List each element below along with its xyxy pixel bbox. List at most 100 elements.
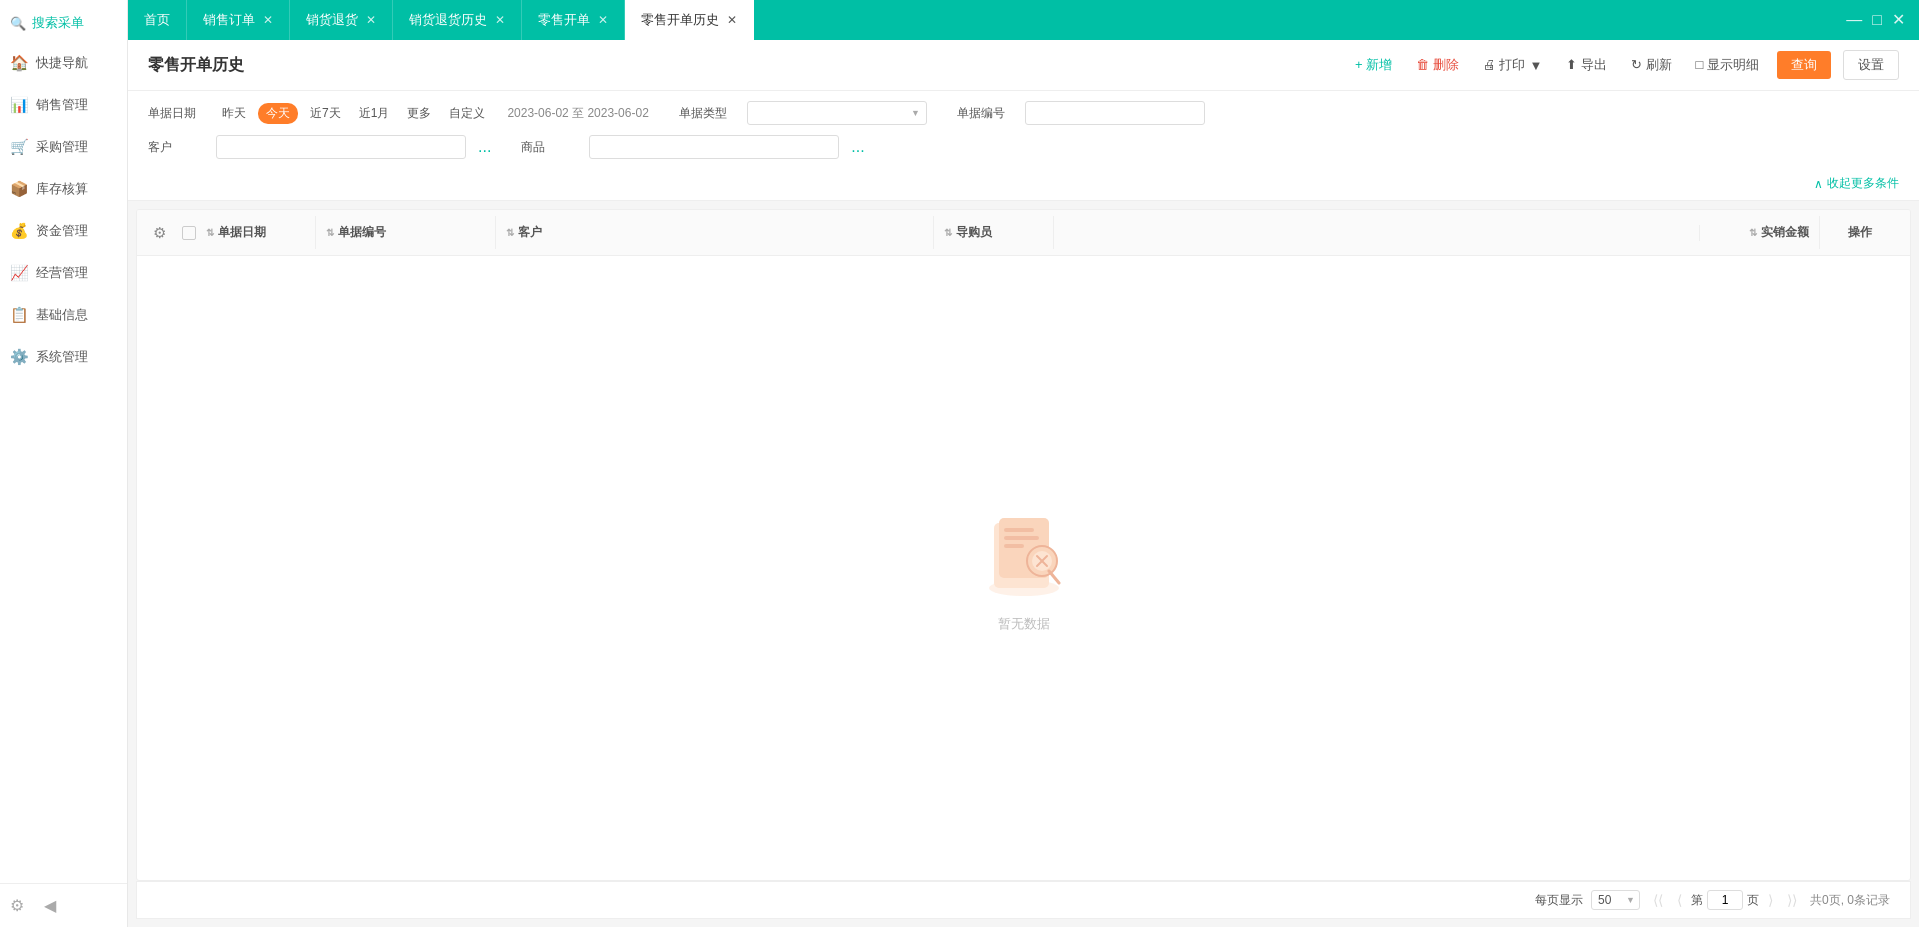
sidebar-item-icon-biz-mgmt: 📈 [10,264,28,282]
page-size-label: 每页显示 [1535,892,1583,909]
settings-footer-btn[interactable]: ⚙ [10,896,24,915]
sidebar-item-label-stock-check: 库存核算 [36,180,88,198]
page-nav: ⟨⟨ ⟨ 第 页 ⟩ ⟩⟩ [1648,890,1802,910]
search-icon: 🔍 [10,16,26,31]
date-btn-custom[interactable]: 自定义 [443,103,491,124]
filter-customer-field: 客户 ... [148,135,491,159]
page-header: 零售开单历史 + 新增 🗑 删除 🖨 打印 ▼ ⬆ 导出 ↻ 刷新 □ 显示明细… [128,40,1919,91]
refresh-button[interactable]: ↻ 刷新 [1625,52,1678,78]
display-detail-button[interactable]: □ 显示明细 [1690,52,1765,78]
page-suffix: 页 [1747,892,1759,909]
filter-goods-pick-btn[interactable]: ... [851,138,864,156]
date-btn-7days[interactable]: 近7天 [304,103,347,124]
sidebar-item-finance-mgmt[interactable]: 💰 资金管理 [0,210,127,252]
svg-rect-4 [1004,536,1039,540]
th-num: ⇅ 单据编号 [316,216,496,249]
sidebar-item-biz-mgmt[interactable]: 📈 经营管理 [0,252,127,294]
sidebar-item-quick-nav[interactable]: 🏠 快捷导航 [0,42,127,84]
date-btn-yesterday[interactable]: 昨天 [216,103,252,124]
tab-close-retail-open[interactable]: ✕ [598,14,608,26]
tab-label-retail-open-history: 零售开单历史 [641,11,719,29]
page-last-btn[interactable]: ⟩⟩ [1782,890,1802,910]
sidebar-item-label-sys-mgmt: 系统管理 [36,348,88,366]
collapse-label: 收起更多条件 [1827,175,1899,192]
empty-illustration [974,503,1074,603]
filter-customer-label: 客户 [148,139,208,156]
select-all-checkbox[interactable] [182,226,196,240]
tab-bar: 首页销售订单✕销货退货✕销货退货历史✕零售开单✕零售开单历史✕ — □ ✕ [128,0,1919,40]
page-prev-btn[interactable]: ⟨ [1672,890,1687,910]
filter-doctype-field: 单据类型 [679,101,927,125]
table-area: ⚙ ⇅ 单据日期 ⇅ 单据编号 ⇅ 客户 [136,209,1911,881]
page-content: 零售开单历史 + 新增 🗑 删除 🖨 打印 ▼ ⬆ 导出 ↻ 刷新 □ 显示明细… [128,40,1919,927]
page-first-btn[interactable]: ⟨⟨ [1648,890,1668,910]
collapse-sidebar-btn[interactable]: ◀ [44,896,56,915]
page-size-select[interactable]: 50 10 20 100 [1591,890,1640,910]
sidebar-item-stock-check[interactable]: 📦 库存核算 [0,168,127,210]
sidebar-item-sales-mgmt[interactable]: 📊 销售管理 [0,84,127,126]
tab-label-home: 首页 [144,11,170,29]
sort-amount-icon[interactable]: ⇅ [1749,227,1757,238]
pagination: 每页显示 50 10 20 100 ⟨⟨ ⟨ 第 页 ⟩ ⟩⟩ 共0页, 0条记… [136,881,1911,919]
svg-rect-5 [1004,544,1024,548]
sidebar-footer: ⚙ ◀ [0,883,127,927]
print-icon: 🖨 打印 [1483,56,1526,74]
tab-retail-open[interactable]: 零售开单✕ [522,0,625,40]
sort-customer-icon[interactable]: ⇅ [506,227,514,238]
date-btn-1month[interactable]: 近1月 [353,103,396,124]
th-customer-label: 客户 [518,224,542,241]
sidebar-search-label: 搜索采单 [32,14,84,32]
sidebar-nav: 🏠 快捷导航 📊 销售管理 🛒 采购管理 📦 库存核算 💰 资金管理 📈 经营管… [0,42,127,883]
sidebar-search[interactable]: 🔍 搜索采单 [0,0,127,42]
query-button[interactable]: 查询 [1777,51,1831,79]
table-toolbar: ⚙ ⇅ 单据日期 ⇅ 单据编号 ⇅ 客户 [137,210,1910,256]
settings-button[interactable]: 设置 [1843,50,1899,80]
add-button[interactable]: + 新增 [1349,52,1398,78]
table-body: 暂无数据 [137,256,1910,880]
filter-customer-pick-btn[interactable]: ... [478,138,491,156]
filter-row-1: 单据日期 昨天 今天 近7天 近1月 更多 自定义 2023-06-02 至 2… [148,101,1899,125]
date-btn-more[interactable]: 更多 [401,103,437,124]
delete-button[interactable]: 🗑 删除 [1410,52,1465,78]
filter-docnum-input[interactable] [1025,101,1205,125]
page-number-input[interactable] [1707,890,1743,910]
sidebar-item-base-info[interactable]: 📋 基础信息 [0,294,127,336]
filter-collapse-btn[interactable]: ∧ 收起更多条件 [1814,175,1899,192]
tab-sales-order[interactable]: 销售订单 ✕ [187,0,290,40]
tab-label-sales-order: 销售订单 [203,11,255,29]
sort-num-icon[interactable]: ⇅ [326,227,334,238]
tab-sales-return-history[interactable]: 销货退货历史 ✕ [393,0,522,40]
sidebar-item-icon-sys-mgmt: ⚙️ [10,348,28,366]
page-next-btn[interactable]: ⟩ [1763,890,1778,910]
tab-close-sales-return-history[interactable]: ✕ [495,14,505,26]
tab-close-sales-return[interactable]: ✕ [366,14,376,26]
table-settings-btn[interactable]: ⚙ [147,222,172,244]
sidebar-item-icon-finance-mgmt: 💰 [10,222,28,240]
date-btn-today[interactable]: 今天 [258,103,298,124]
tab-home[interactable]: 首页 [128,0,187,40]
sort-date-icon[interactable]: ⇅ [206,227,214,238]
filter-goods-input[interactable] [589,135,839,159]
minimize-btn[interactable]: — [1846,12,1862,28]
filter-doctype-select[interactable] [747,101,927,125]
tab-label-sales-return-history: 销货退货历史 [409,11,487,29]
filter-customer-input[interactable] [216,135,466,159]
tab-sales-return[interactable]: 销货退货✕ [290,0,393,40]
sidebar-item-sys-mgmt[interactable]: ⚙️ 系统管理 [0,336,127,378]
print-button[interactable]: 🖨 打印 ▼ [1477,52,1549,78]
filter-section: 单据日期 昨天 今天 近7天 近1月 更多 自定义 2023-06-02 至 2… [128,91,1919,201]
svg-line-10 [1049,571,1059,583]
main-area: 首页销售订单✕销货退货✕销货退货历史✕零售开单✕零售开单历史✕ — □ ✕ 零售… [128,0,1919,927]
sidebar-item-icon-sales-mgmt: 📊 [10,96,28,114]
sidebar-item-purchase-mgmt[interactable]: 🛒 采购管理 [0,126,127,168]
close-btn[interactable]: ✕ [1892,12,1905,28]
maximize-btn[interactable]: □ [1872,12,1882,28]
export-button[interactable]: ⬆ 导出 [1560,52,1613,78]
th-op: 操作 [1820,216,1900,249]
tab-close-retail-open-history[interactable]: ✕ [727,14,737,26]
page-size-wrap: 50 10 20 100 [1591,890,1640,910]
sort-guide-icon[interactable]: ⇅ [944,227,952,238]
tab-retail-open-history[interactable]: 零售开单历史 ✕ [625,0,754,40]
tab-close-sales-order[interactable]: ✕ [263,14,273,26]
sidebar-item-label-sales-mgmt: 销售管理 [36,96,88,114]
